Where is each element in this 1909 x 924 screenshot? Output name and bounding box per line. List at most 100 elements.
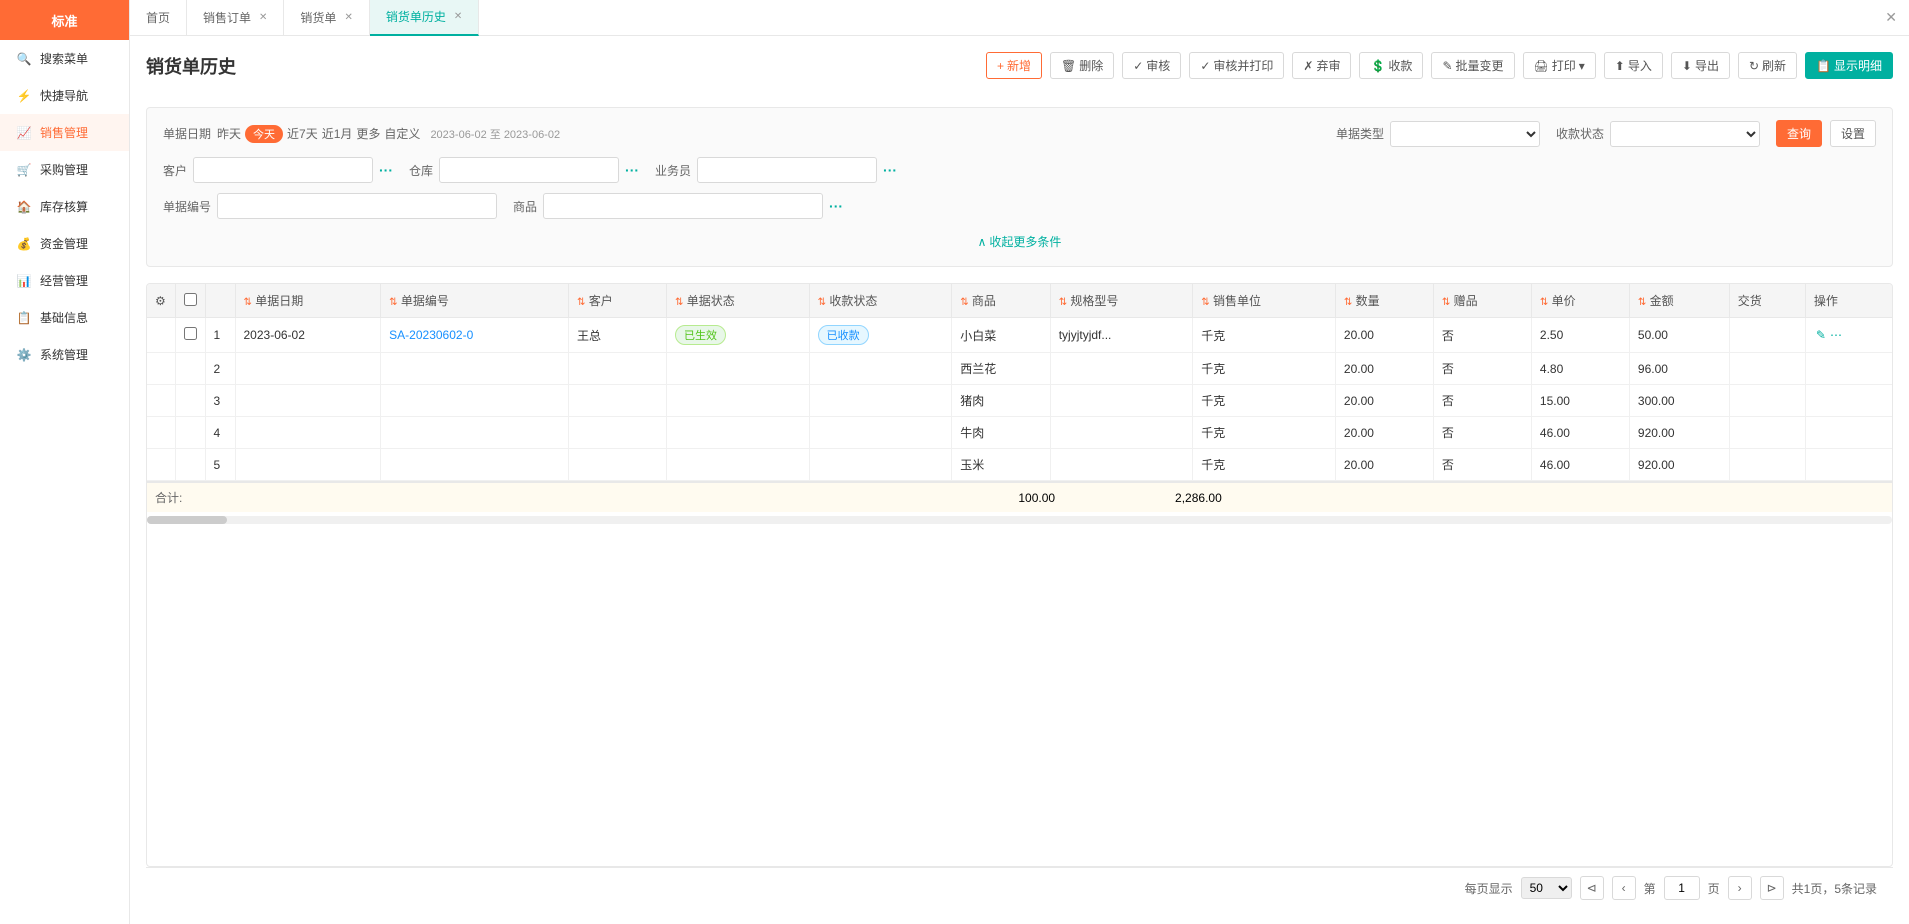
cell-checkbox (175, 318, 205, 353)
shortcut-7days[interactable]: 近7天 (287, 125, 318, 142)
add-button[interactable]: + 新增 (986, 52, 1042, 79)
search-menu-icon: 🔍 (16, 51, 32, 67)
abandon-icon: ✗ (1303, 59, 1313, 73)
audit-print-label: 审核并打印 (1213, 57, 1273, 74)
col-unit[interactable]: ⇅ 销售单位 (1193, 284, 1336, 318)
tab-sales-history-close[interactable]: ✕ (454, 11, 462, 22)
col-amount[interactable]: ⇅ 金额 (1629, 284, 1729, 318)
cell-date (235, 385, 381, 417)
customer-label: 客户 (163, 162, 187, 179)
salesperson-ellipsis[interactable]: ··· (883, 162, 897, 178)
col-goods[interactable]: ⇅ 商品 (952, 284, 1051, 318)
sidebar-item-purchase-mgmt[interactable]: 🛒 采购管理 (0, 151, 129, 188)
audit-button[interactable]: ✓ 审核 (1122, 52, 1181, 79)
cell-exchange (1729, 385, 1805, 417)
customer-ellipsis[interactable]: ··· (379, 162, 393, 178)
abandon-button[interactable]: ✗ 弃审 (1292, 52, 1351, 79)
tab-home[interactable]: 首页 (130, 0, 187, 36)
receive-button[interactable]: 💲 收款 (1359, 52, 1423, 79)
basic-info-icon: 📋 (16, 310, 32, 326)
abandon-label: 弃审 (1316, 57, 1340, 74)
pagination-prev[interactable]: ‹ (1612, 876, 1636, 900)
table-row[interactable]: 4牛肉千克20.00否46.00920.00 (147, 417, 1892, 449)
sidebar-item-operations[interactable]: 📊 经营管理 (0, 262, 129, 299)
shortcut-yesterday[interactable]: 昨天 (217, 125, 241, 142)
sidebar-item-inventory[interactable]: 🏠 库存核算 (0, 188, 129, 225)
show-detail-button[interactable]: 📋 显示明细 (1805, 52, 1893, 79)
print-dropdown-icon: ▾ (1579, 59, 1585, 73)
cell-qty: 20.00 (1335, 385, 1433, 417)
print-button[interactable]: 🖨 打印 ▾ (1523, 52, 1596, 79)
toolbar: + 新增 🗑 删除 ✓ 审核 ✓ 审核并打印 ✗ 弃审 (986, 52, 1893, 79)
tab-sales-goods[interactable]: 销货单 ✕ (284, 0, 369, 36)
customer-input[interactable] (193, 157, 373, 183)
table-row[interactable]: 12023-06-02SA-20230602-0王总已生效已收款小白菜tyjyj… (147, 318, 1892, 353)
salesperson-input[interactable] (697, 157, 877, 183)
tab-bar-close[interactable]: ✕ (1873, 9, 1909, 26)
audit-icon: ✓ (1133, 59, 1143, 73)
sidebar-item-finance[interactable]: 💰 资金管理 (0, 225, 129, 262)
delete-button[interactable]: 🗑 删除 (1050, 52, 1114, 79)
cell-rownum: 2 (205, 353, 235, 385)
shortcut-custom[interactable]: 自定义 (384, 125, 420, 142)
tab-sales-order[interactable]: 销售订单 ✕ (187, 0, 284, 36)
refresh-button[interactable]: ↻ 刷新 (1738, 52, 1797, 79)
col-doc-date[interactable]: ⇅ 单据日期 (235, 284, 381, 318)
pagination-next[interactable]: › (1728, 876, 1752, 900)
warehouse-input[interactable] (439, 157, 619, 183)
table-row[interactable]: 3猪肉千克20.00否15.00300.00 (147, 385, 1892, 417)
pagination-first[interactable]: ⊲ (1580, 876, 1604, 900)
shortcut-1month[interactable]: 近1月 (322, 125, 353, 142)
col-qty[interactable]: ⇅ 数量 (1335, 284, 1433, 318)
filter-area: 单据日期 昨天 今天 近7天 近1月 更多 自定义 2023-06-02 至 2… (146, 107, 1893, 267)
tab-sales-history[interactable]: 销货单历史 ✕ (370, 0, 479, 36)
filter-date: 单据日期 昨天 今天 近7天 近1月 更多 自定义 2023-06-02 至 2… (163, 125, 560, 143)
pagination-last[interactable]: ⊳ (1760, 876, 1784, 900)
shortcut-today[interactable]: 今天 (245, 125, 283, 143)
goods-ellipsis[interactable]: ··· (829, 198, 843, 214)
sidebar-item-basic-info[interactable]: 📋 基础信息 (0, 299, 129, 336)
select-all-checkbox[interactable] (184, 293, 197, 306)
delete-icon: 🗑 (1061, 59, 1076, 73)
scrollbar-thumb[interactable] (147, 516, 227, 524)
col-doc-no[interactable]: ⇅ 单据编号 (381, 284, 569, 318)
audit-print-button[interactable]: ✓ 审核并打印 (1189, 52, 1284, 79)
goods-input[interactable] (543, 193, 823, 219)
sidebar-item-quick-nav[interactable]: ⚡ 快捷导航 (0, 77, 129, 114)
col-customer[interactable]: ⇅ 客户 (569, 284, 667, 318)
col-gift[interactable]: ⇅ 赠品 (1433, 284, 1531, 318)
per-page-select[interactable]: 50 100 200 (1521, 877, 1572, 899)
export-button[interactable]: ⬇ 导出 (1671, 52, 1730, 79)
cell-unit: 千克 (1193, 318, 1336, 353)
tab-sales-goods-close[interactable]: ✕ (344, 12, 352, 23)
col-spec[interactable]: ⇅ 规格型号 (1050, 284, 1193, 318)
col-pay-status[interactable]: ⇅ 收款状态 (809, 284, 952, 318)
col-unit-price[interactable]: ⇅ 单价 (1531, 284, 1629, 318)
doc-type-select[interactable] (1390, 121, 1540, 147)
cell-amount: 920.00 (1629, 417, 1729, 449)
table-row[interactable]: 2西兰花千克20.00否4.8096.00 (147, 353, 1892, 385)
shortcut-more[interactable]: 更多 (356, 125, 380, 142)
sidebar-item-sales-mgmt[interactable]: 📈 销售管理 (0, 114, 129, 151)
cell-gear (147, 353, 175, 385)
sort-icon: ⇅ (244, 297, 252, 308)
current-page-input[interactable] (1664, 876, 1700, 900)
warehouse-ellipsis[interactable]: ··· (625, 162, 639, 178)
import-button[interactable]: ⬆ 导入 (1604, 52, 1663, 79)
tab-sales-order-close[interactable]: ✕ (259, 12, 267, 23)
cell-gift: 否 (1433, 318, 1531, 353)
sidebar-item-system-mgmt[interactable]: ⚙️ 系统管理 (0, 336, 129, 373)
horizontal-scrollbar[interactable] (147, 516, 1892, 524)
table-row[interactable]: 5玉米千克20.00否46.00920.00 (147, 449, 1892, 481)
settings-button[interactable]: 设置 (1830, 120, 1876, 147)
query-button[interactable]: 查询 (1776, 120, 1822, 147)
col-doc-status[interactable]: ⇅ 单据状态 (667, 284, 810, 318)
cell-goods: 牛肉 (952, 417, 1051, 449)
sidebar-item-search-menu[interactable]: 🔍 搜索菜单 (0, 40, 129, 77)
filter-collapse[interactable]: ∧ 收起更多条件 (163, 229, 1876, 254)
doc-no-input[interactable] (217, 193, 497, 219)
payment-status-select[interactable] (1610, 121, 1760, 147)
batch-change-button[interactable]: ✎ 批量变更 (1431, 52, 1514, 79)
col-gear[interactable]: ⚙ (147, 284, 175, 318)
col-checkbox[interactable] (175, 284, 205, 318)
